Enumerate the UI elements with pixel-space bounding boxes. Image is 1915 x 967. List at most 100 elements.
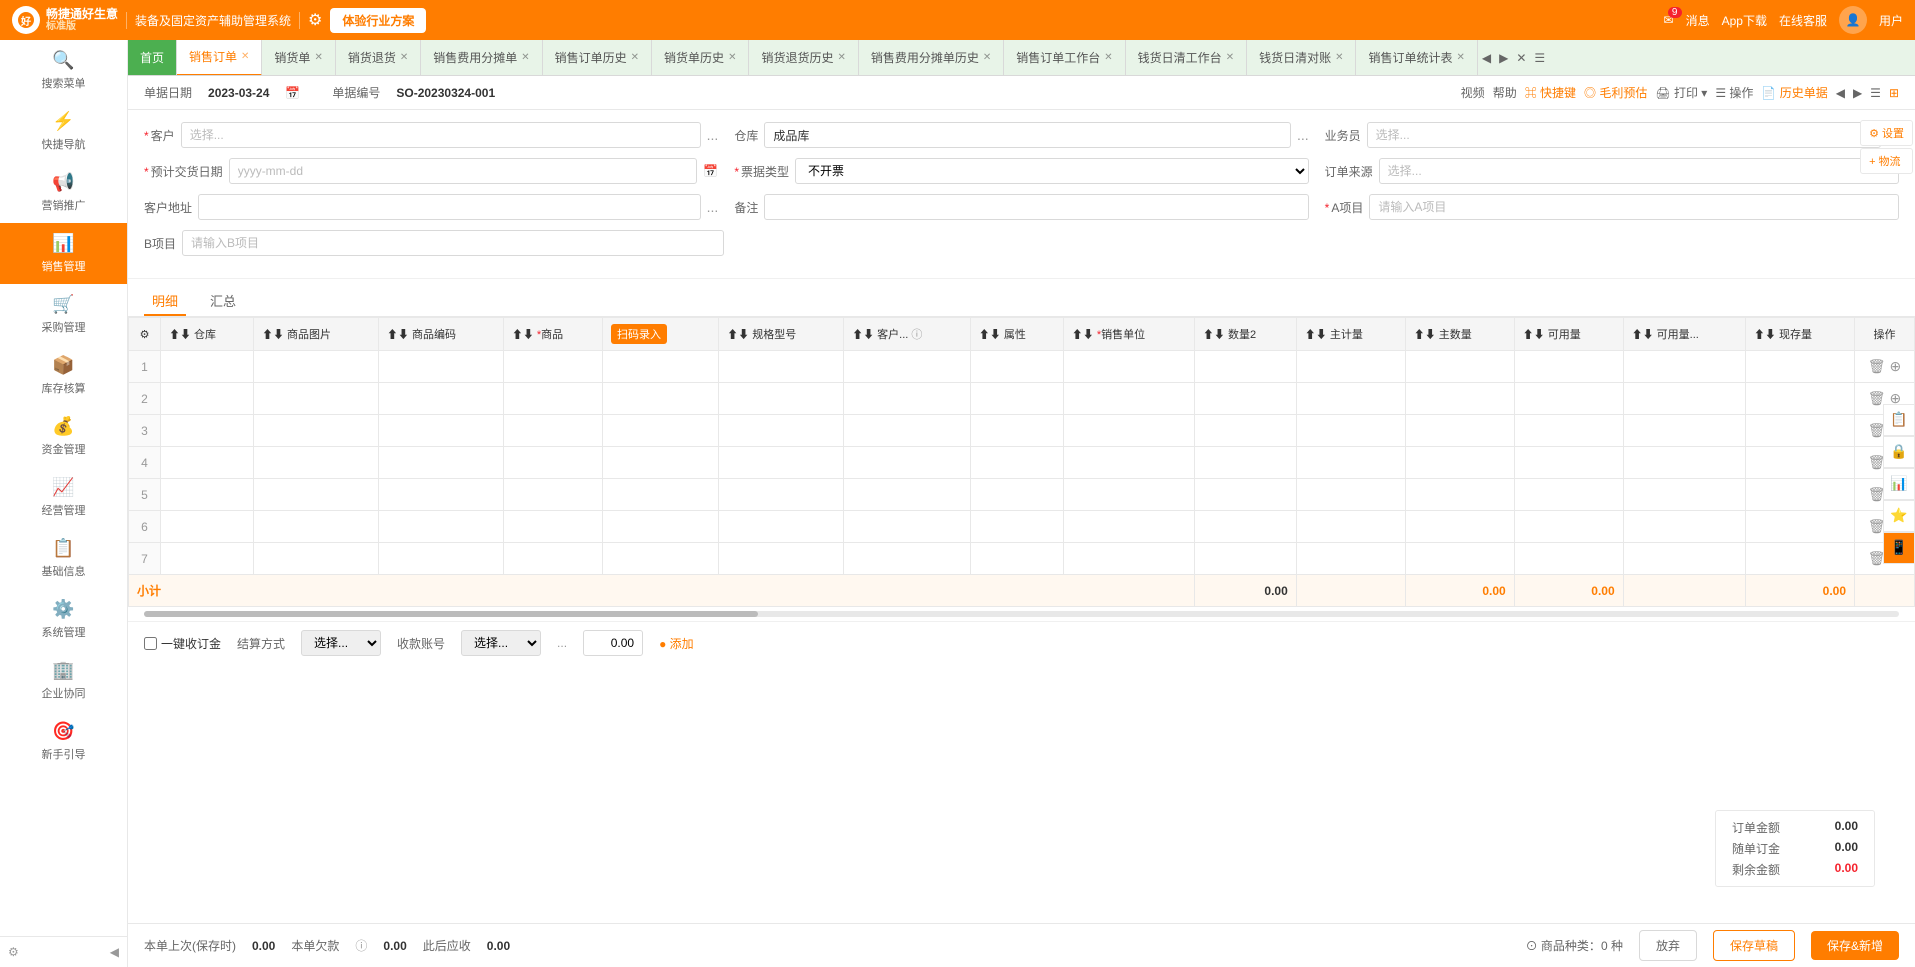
row1-main-qty[interactable] [1405, 351, 1514, 383]
row3-attr[interactable] [970, 415, 1063, 447]
tab-cash-clear[interactable]: 钱货日清工作台 ✕ [1126, 40, 1247, 76]
row3-available2[interactable] [1623, 415, 1745, 447]
sub-tab-detail[interactable]: 明细 [144, 287, 186, 316]
tab-close-sales-refund[interactable]: ✕ [400, 52, 408, 63]
row5-customer-code[interactable] [844, 479, 971, 511]
row7-main-unit[interactable] [1296, 543, 1405, 575]
sidebar-collapse-icon[interactable]: ◀ [110, 945, 119, 959]
sidebar-item-enterprise[interactable]: 🏢 企业协同 [0, 650, 127, 711]
tab-sales-order[interactable]: 销售订单 ✕ [177, 40, 262, 76]
ticket-select[interactable]: 不开票 增值税普通发票 增值税专用发票 [795, 158, 1309, 184]
row6-current[interactable] [1745, 511, 1854, 543]
row4-available[interactable] [1514, 447, 1623, 479]
row6-spec[interactable] [719, 511, 844, 543]
sidebar-item-purchase[interactable]: 🛒 采购管理 [0, 284, 127, 345]
row7-product[interactable] [503, 543, 602, 575]
row5-main-unit[interactable] [1296, 479, 1405, 511]
warehouse-ellipsis[interactable]: ... [1297, 127, 1309, 143]
row6-product[interactable] [503, 511, 602, 543]
row4-unit[interactable] [1063, 447, 1194, 479]
row6-available[interactable] [1514, 511, 1623, 543]
tab-close-sales-fee[interactable]: ✕ [521, 52, 529, 63]
online-service-link[interactable]: 在线客服 [1779, 12, 1827, 29]
row7-unit[interactable] [1063, 543, 1194, 575]
tab-close-return-history[interactable]: ✕ [728, 52, 736, 63]
row6-product-code[interactable] [378, 511, 503, 543]
row7-customer-code[interactable] [844, 543, 971, 575]
calendar-icon[interactable]: 📅 [285, 86, 300, 100]
draft-button[interactable]: 保存草稿 [1713, 930, 1795, 961]
row4-customer-code[interactable] [844, 447, 971, 479]
amount-input[interactable] [583, 630, 643, 656]
tab-close-fee-history[interactable]: ✕ [983, 52, 991, 63]
layout-grid-icon[interactable]: ⊞ [1889, 86, 1899, 100]
row1-main-unit[interactable] [1296, 351, 1405, 383]
tab-close-cash-reconcile[interactable]: ✕ [1335, 52, 1343, 63]
tab-sales-return[interactable]: 销货单 ✕ [262, 40, 335, 76]
row4-product-code[interactable] [378, 447, 503, 479]
user-label[interactable]: 用户 [1879, 12, 1903, 29]
settings-quick-btn[interactable]: ⚙ 设置 [1860, 120, 1913, 146]
row7-scan[interactable] [603, 543, 719, 575]
gear-icon[interactable]: ⚙ [308, 10, 322, 30]
row2-main-unit[interactable] [1296, 383, 1405, 415]
row4-main-qty[interactable] [1405, 447, 1514, 479]
row7-available[interactable] [1514, 543, 1623, 575]
row2-available2[interactable] [1623, 383, 1745, 415]
row2-unit[interactable] [1063, 383, 1194, 415]
sidebar-item-sales[interactable]: 📊 销售管理 [0, 223, 127, 284]
tab-sales-stats[interactable]: 销售订单统计表 ✕ [1356, 40, 1477, 76]
tab-nav-prev[interactable]: ◀ [1478, 51, 1495, 65]
tab-close-work-order[interactable]: ✕ [1104, 52, 1112, 63]
row1-product[interactable] [503, 351, 602, 383]
a-project-input[interactable] [1369, 194, 1899, 220]
tab-close-sales-return[interactable]: ✕ [314, 52, 322, 63]
sidebar-item-finance[interactable]: 💰 资金管理 [0, 406, 127, 467]
row4-product[interactable] [503, 447, 602, 479]
tab-close-sales-stats[interactable]: ✕ [1457, 52, 1465, 63]
profit-btn[interactable]: ◎ 毛利预估 [1584, 84, 1647, 101]
account-ellipsis[interactable]: ... [557, 636, 567, 650]
sidebar-item-guide[interactable]: 🎯 新手引导 [0, 711, 127, 772]
row4-warehouse[interactable] [161, 447, 254, 479]
sku-icon[interactable]: ⊙ [1526, 939, 1538, 953]
current-debt-info[interactable]: ⓘ [355, 937, 367, 954]
address-input[interactable] [198, 194, 701, 220]
view-video-btn[interactable]: 视频 [1461, 84, 1485, 101]
tab-cash-reconcile[interactable]: 钱货日清对账 ✕ [1247, 40, 1356, 76]
sidebar-item-ops[interactable]: 📈 经营管理 [0, 467, 127, 528]
tab-nav-next[interactable]: ▶ [1495, 51, 1512, 65]
row3-unit[interactable] [1063, 415, 1194, 447]
row3-warehouse[interactable] [161, 415, 254, 447]
col-scan-header[interactable]: 扫码录入 [603, 318, 719, 351]
row4-qty2[interactable] [1194, 447, 1296, 479]
row2-product-code[interactable] [378, 383, 503, 415]
sidebar-item-quick-nav[interactable]: ⚡ 快捷导航 [0, 101, 127, 162]
user-avatar[interactable]: 👤 [1839, 6, 1867, 34]
row6-main-qty[interactable] [1405, 511, 1514, 543]
row7-qty2[interactable] [1194, 543, 1296, 575]
tab-close-sales-order[interactable]: ✕ [241, 51, 249, 62]
staff-input[interactable] [1367, 122, 1882, 148]
row7-product-code[interactable] [378, 543, 503, 575]
delivery-input[interactable] [229, 158, 698, 184]
row6-warehouse[interactable] [161, 511, 254, 543]
row2-main-qty[interactable] [1405, 383, 1514, 415]
row7-product-img[interactable] [253, 543, 378, 575]
scan-button[interactable]: 扫码录入 [611, 324, 667, 344]
row1-current[interactable] [1745, 351, 1854, 383]
tab-sales-fee[interactable]: 销售费用分摊单 ✕ [421, 40, 542, 76]
row7-attr[interactable] [970, 543, 1063, 575]
row2-qty2[interactable] [1194, 383, 1296, 415]
row6-product-img[interactable] [253, 511, 378, 543]
row4-available2[interactable] [1623, 447, 1745, 479]
row5-available[interactable] [1514, 479, 1623, 511]
sidebar-item-inventory[interactable]: 📦 库存核算 [0, 345, 127, 406]
right-tool-3[interactable]: 📊 [1883, 468, 1915, 500]
tab-sales-refund[interactable]: 销货退货 ✕ [336, 40, 421, 76]
order-source-input[interactable] [1379, 158, 1899, 184]
nav-next-btn[interactable]: ▶ [1853, 86, 1862, 100]
row3-spec[interactable] [719, 415, 844, 447]
right-tool-2[interactable]: 🔒 [1883, 436, 1915, 468]
layout-list-icon[interactable]: ☰ [1870, 86, 1881, 100]
